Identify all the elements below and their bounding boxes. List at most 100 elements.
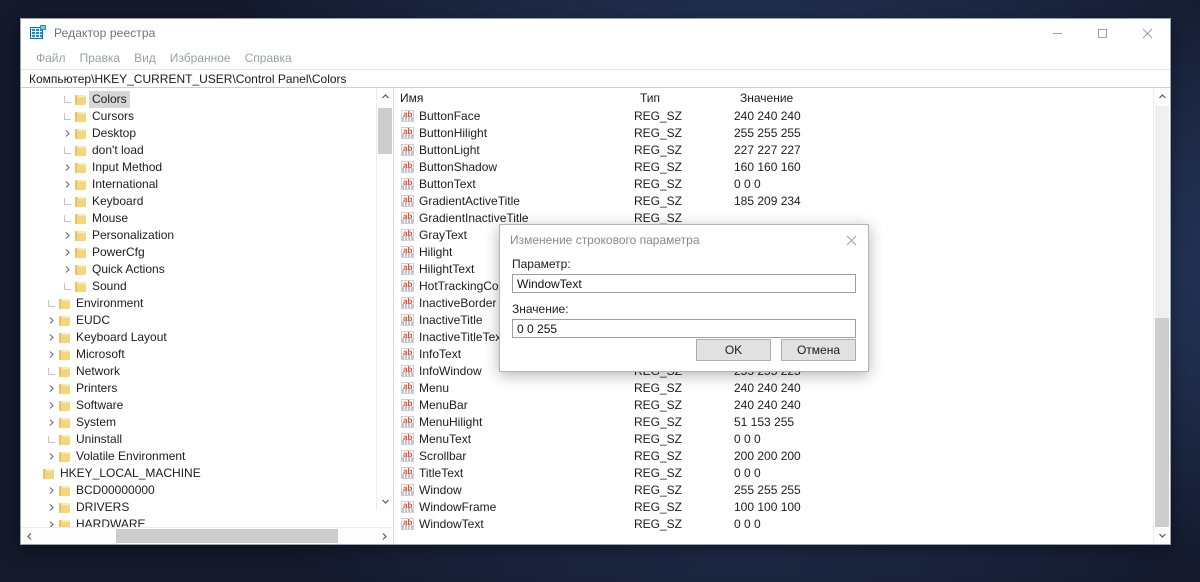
- menu-item-справка[interactable]: Справка: [238, 47, 299, 69]
- tree-item-input-method[interactable]: Input Method: [21, 159, 376, 176]
- tree-item-cursors[interactable]: Cursors: [21, 108, 376, 125]
- tree-item-powercfg[interactable]: PowerCfg: [21, 244, 376, 261]
- chevron-right-icon[interactable]: [59, 180, 75, 189]
- value-row[interactable]: ButtonShadowREG_SZ160 160 160: [394, 158, 1170, 175]
- chevron-right-icon[interactable]: [59, 163, 75, 172]
- tree-item-label: Environment: [76, 295, 143, 312]
- scroll-down-icon[interactable]: [377, 493, 393, 510]
- chevron-right-icon[interactable]: [59, 265, 75, 274]
- minimize-button[interactable]: [1035, 19, 1080, 47]
- scroll-up-icon[interactable]: [377, 88, 393, 105]
- tree-item-don-t-load[interactable]: don't load: [21, 142, 376, 159]
- tree-connector-icon: [43, 437, 59, 443]
- cancel-button[interactable]: Отмена: [781, 339, 856, 361]
- chevron-right-icon[interactable]: [43, 503, 59, 512]
- dialog-body: Параметр: WindowText Значение: 0 0 255: [500, 255, 868, 338]
- tree-item-keyboard-layout[interactable]: Keyboard Layout: [21, 329, 376, 346]
- chevron-right-icon[interactable]: [59, 248, 75, 257]
- column-header-data[interactable]: Значение: [734, 91, 1170, 105]
- value-row[interactable]: MenuREG_SZ240 240 240: [394, 379, 1170, 396]
- tree-connector-icon: [59, 114, 75, 120]
- values-scroll-up-icon[interactable]: [1154, 88, 1170, 105]
- chevron-right-icon[interactable]: [43, 401, 59, 410]
- address-bar[interactable]: Компьютер\HKEY_CURRENT_USER\Control Pane…: [21, 69, 1170, 88]
- value-row[interactable]: MenuTextREG_SZ0 0 0: [394, 430, 1170, 447]
- tree-item-hardware[interactable]: HARDWARE: [21, 516, 376, 527]
- chevron-right-icon[interactable]: [43, 350, 59, 359]
- menu-item-правка[interactable]: Правка: [73, 47, 128, 69]
- string-value-icon: [401, 178, 414, 190]
- tree-item-personalization[interactable]: Personalization: [21, 227, 376, 244]
- tree-hscroll-thumb[interactable]: [116, 529, 338, 543]
- tree-item-bcd00000000[interactable]: BCD00000000: [21, 482, 376, 499]
- scroll-left-icon[interactable]: [21, 528, 38, 545]
- value-row[interactable]: ButtonHilightREG_SZ255 255 255: [394, 124, 1170, 141]
- close-button[interactable]: [1125, 19, 1170, 47]
- chevron-right-icon[interactable]: [43, 486, 59, 495]
- value-row[interactable]: ButtonFaceREG_SZ240 240 240: [394, 107, 1170, 124]
- tree-item-label: System: [76, 414, 116, 431]
- chevron-right-icon[interactable]: [43, 333, 59, 342]
- tree-scroll-thumb[interactable]: [378, 108, 392, 154]
- value-row[interactable]: TitleTextREG_SZ0 0 0: [394, 464, 1170, 481]
- value-row[interactable]: WindowFrameREG_SZ100 100 100: [394, 498, 1170, 515]
- tree-item-keyboard[interactable]: Keyboard: [21, 193, 376, 210]
- values-scroll-thumb[interactable]: [1155, 318, 1169, 527]
- value-label: Значение:: [512, 302, 856, 316]
- tree-item-mouse[interactable]: Mouse: [21, 210, 376, 227]
- tree-vertical-scrollbar[interactable]: [376, 88, 393, 510]
- value-row[interactable]: GradientActiveTitleREG_SZ185 209 234: [394, 192, 1170, 209]
- tree-item-colors[interactable]: Colors: [21, 91, 376, 108]
- chevron-right-icon[interactable]: [59, 129, 75, 138]
- tree-item-software[interactable]: Software: [21, 397, 376, 414]
- tree-item-system[interactable]: System: [21, 414, 376, 431]
- chevron-right-icon[interactable]: [43, 418, 59, 427]
- ok-button[interactable]: OK: [696, 339, 771, 361]
- column-header-name[interactable]: Имя: [394, 91, 634, 105]
- maximize-button[interactable]: [1080, 19, 1125, 47]
- tree-item-printers[interactable]: Printers: [21, 380, 376, 397]
- tree-item-environment[interactable]: Environment: [21, 295, 376, 312]
- chevron-right-icon[interactable]: [43, 520, 59, 527]
- dialog-close-button[interactable]: [834, 225, 868, 255]
- tree-item-uninstall[interactable]: Uninstall: [21, 431, 376, 448]
- tree-item-desktop[interactable]: Desktop: [21, 125, 376, 142]
- chevron-right-icon[interactable]: [43, 316, 59, 325]
- column-header-type[interactable]: Тип: [634, 91, 734, 105]
- folder-icon: [75, 214, 86, 224]
- value-row[interactable]: ScrollbarREG_SZ200 200 200: [394, 447, 1170, 464]
- value-row[interactable]: MenuBarREG_SZ240 240 240: [394, 396, 1170, 413]
- tree-item-quick-actions[interactable]: Quick Actions: [21, 261, 376, 278]
- value-data: 160 160 160: [734, 160, 1170, 174]
- value-row[interactable]: ButtonTextREG_SZ0 0 0: [394, 175, 1170, 192]
- value-row[interactable]: ButtonLightREG_SZ227 227 227: [394, 141, 1170, 158]
- tree-item-network[interactable]: Network: [21, 363, 376, 380]
- tree-connector-icon: [43, 301, 59, 307]
- dialog-buttons: OK Отмена: [696, 339, 856, 361]
- scroll-right-icon[interactable]: [376, 528, 393, 544]
- values-vertical-scrollbar[interactable]: [1153, 88, 1170, 544]
- tree-item-volatile-environment[interactable]: Volatile Environment: [21, 448, 376, 465]
- value-row[interactable]: MenuHilightREG_SZ51 153 255: [394, 413, 1170, 430]
- menu-item-файл[interactable]: Файл: [29, 47, 73, 69]
- chevron-right-icon[interactable]: [43, 384, 59, 393]
- tree-item-microsoft[interactable]: Microsoft: [21, 346, 376, 363]
- tree-item-label: Keyboard Layout: [76, 329, 167, 346]
- tree-item-eudc[interactable]: EUDC: [21, 312, 376, 329]
- value-data-field[interactable]: 0 0 255: [512, 319, 856, 338]
- chevron-right-icon[interactable]: [59, 231, 75, 240]
- tree-item-hkey-local-machine[interactable]: HKEY_LOCAL_MACHINE: [21, 465, 376, 482]
- value-row[interactable]: WindowTextREG_SZ0 0 0: [394, 515, 1170, 532]
- tree-item-sound[interactable]: Sound: [21, 278, 376, 295]
- values-scroll-down-icon[interactable]: [1154, 527, 1170, 544]
- menu-item-вид[interactable]: Вид: [127, 47, 163, 69]
- tree-horizontal-scrollbar[interactable]: [21, 527, 393, 544]
- value-row[interactable]: WindowREG_SZ255 255 255: [394, 481, 1170, 498]
- chevron-right-icon[interactable]: [43, 452, 59, 461]
- menu-item-избранное[interactable]: Избранное: [163, 47, 238, 69]
- parameter-name-field[interactable]: WindowText: [512, 274, 856, 293]
- values-scroll-track-top[interactable]: [1155, 106, 1169, 318]
- value-name: MenuBar: [419, 398, 634, 412]
- tree-item-international[interactable]: International: [21, 176, 376, 193]
- tree-item-drivers[interactable]: DRIVERS: [21, 499, 376, 516]
